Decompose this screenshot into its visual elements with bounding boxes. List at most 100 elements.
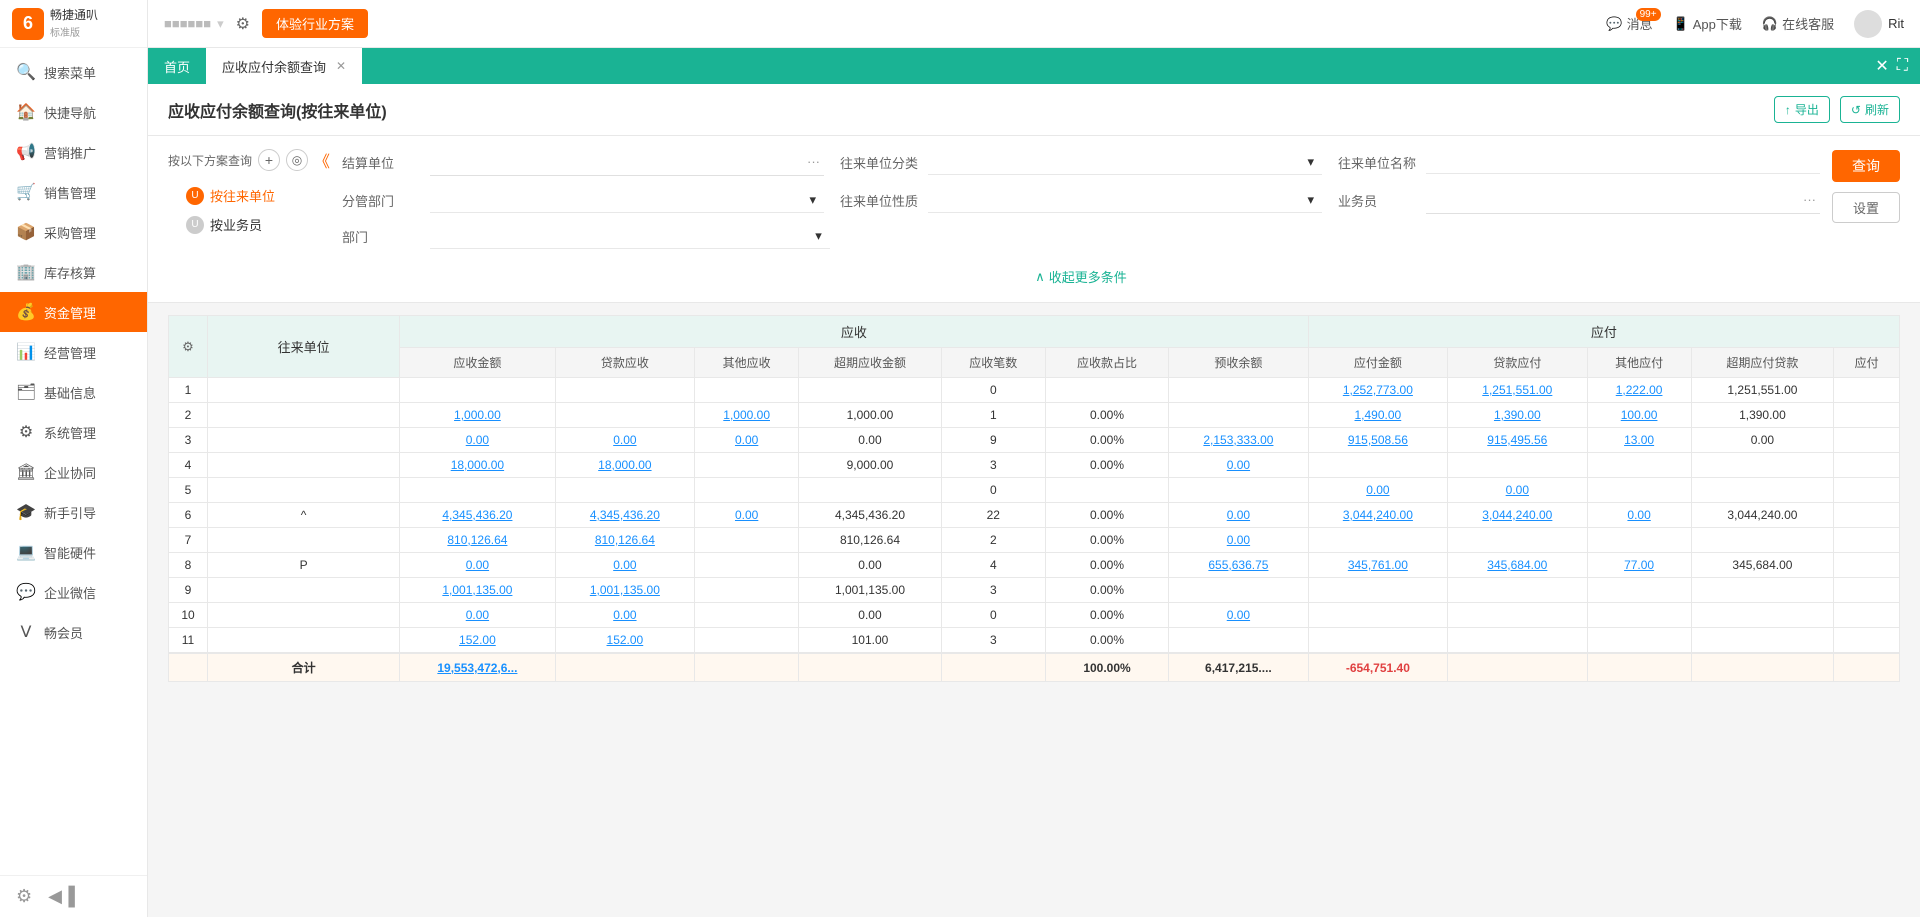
partner-category-select[interactable]: ▾ — [928, 150, 1322, 175]
cell-r9-c3[interactable]: 0.00 — [555, 603, 694, 628]
sidebar-item-system[interactable]: ⚙系统管理 — [0, 412, 147, 452]
cell-r10-c2[interactable]: 152.00 — [400, 628, 555, 654]
sidebar-item-corp[interactable]: 🏛企业协同 — [0, 452, 147, 492]
business-dept-select[interactable]: ▾ — [430, 224, 830, 249]
cell-r4-c9[interactable]: 0.00 — [1308, 478, 1447, 503]
salesman-dots-icon[interactable]: ··· — [1803, 192, 1816, 207]
cell-r7-c10[interactable]: 345,684.00 — [1448, 553, 1587, 578]
cell-r8-c2[interactable]: 1,001,135.00 — [400, 578, 555, 603]
sidebar-item-basic[interactable]: 🗂基础信息 — [0, 372, 147, 412]
dept-select[interactable]: ▾ — [430, 188, 824, 213]
cell-r2-c8[interactable]: 2,153,333.00 — [1169, 428, 1308, 453]
cell-r4-c4 — [695, 478, 799, 503]
cell-r7-c3[interactable]: 0.00 — [555, 553, 694, 578]
sidebar-item-sales[interactable]: 🛒销售管理 — [0, 172, 147, 212]
cell-r5-c9[interactable]: 3,044,240.00 — [1308, 503, 1447, 528]
salesman-input[interactable] — [1430, 188, 1803, 211]
cell-r1-c9[interactable]: 1,490.00 — [1308, 403, 1447, 428]
refresh-button[interactable]: ↺ 刷新 — [1840, 96, 1900, 123]
tab-close-window-icon[interactable]: ✕ — [1875, 56, 1888, 76]
sidebar-item-finance[interactable]: 💰资金管理 — [0, 292, 147, 332]
cell-r6-c3[interactable]: 810,126.64 — [555, 528, 694, 553]
cell-r7-c11[interactable]: 77.00 — [1587, 553, 1691, 578]
cell-r9-c8[interactable]: 0.00 — [1169, 603, 1308, 628]
cell-r6-c2[interactable]: 810,126.64 — [400, 528, 555, 553]
filter-set-button[interactable]: ◎ — [286, 149, 308, 171]
sidebar-item-operation[interactable]: 📊经营管理 — [0, 332, 147, 372]
settlement-dots-icon[interactable]: ··· — [807, 154, 820, 169]
cell-r9-c2[interactable]: 0.00 — [400, 603, 555, 628]
cell-r2-c2[interactable]: 0.00 — [400, 428, 555, 453]
scheme-unit[interactable]: U 按往来单位 — [178, 182, 330, 209]
th-ap-amount: 应付金额 — [1308, 348, 1447, 378]
online-service-button[interactable]: 🎧 在线客服 — [1762, 14, 1834, 33]
cell-r3-c10 — [1448, 453, 1587, 478]
cell-r2-c3[interactable]: 0.00 — [555, 428, 694, 453]
cell-r2-c11[interactable]: 13.00 — [1587, 428, 1691, 453]
cell-r2-c9[interactable]: 915,508.56 — [1308, 428, 1447, 453]
sidebar-item-inventory[interactable]: 🏢库存核算 — [0, 252, 147, 292]
export-button[interactable]: ↑ 导出 — [1774, 96, 1830, 123]
sidebar-item-search[interactable]: 🔍搜索菜单 — [0, 52, 147, 92]
sidebar-item-purchase[interactable]: 📦采购管理 — [0, 212, 147, 252]
cell-r7-c9[interactable]: 345,761.00 — [1308, 553, 1447, 578]
sidebar-item-hardware[interactable]: 💻智能硬件 — [0, 532, 147, 572]
cell-r4-c10[interactable]: 0.00 — [1448, 478, 1587, 503]
sidebar-item-marketing[interactable]: 📢营销推广 — [0, 132, 147, 172]
setting-button[interactable]: 设置 — [1832, 192, 1900, 223]
cell-r1-c11[interactable]: 100.00 — [1587, 403, 1691, 428]
cell-r5-c3[interactable]: 4,345,436.20 — [555, 503, 694, 528]
partner-nature-select[interactable]: ▾ — [928, 188, 1322, 213]
cell-r0-c10[interactable]: 1,251,551.00 — [1448, 378, 1587, 403]
cell-r5-c2[interactable]: 4,345,436.20 — [400, 503, 555, 528]
sidebar-label-hardware: 智能硬件 — [44, 543, 96, 562]
sidebar-item-quick[interactable]: 🏠快捷导航 — [0, 92, 147, 132]
collapse-footer-icon[interactable]: ◀▐ — [48, 886, 75, 907]
cell-r9-c0: 10 — [169, 603, 208, 628]
partner-name-input[interactable] — [1426, 150, 1820, 174]
query-button[interactable]: 查询 — [1832, 150, 1900, 182]
cell-r5-c4[interactable]: 0.00 — [695, 503, 799, 528]
app-download-button[interactable]: 📱 App下载 — [1673, 14, 1742, 33]
cell-r10-c3[interactable]: 152.00 — [555, 628, 694, 654]
user-area[interactable]: Rit — [1854, 10, 1904, 38]
cell-r10-c13 — [1834, 628, 1900, 654]
cell-r1-c4[interactable]: 1,000.00 — [695, 403, 799, 428]
cell-r6-c8[interactable]: 0.00 — [1169, 528, 1308, 553]
cell-r10-c10 — [1448, 628, 1587, 654]
cell-r7-c2[interactable]: 0.00 — [400, 553, 555, 578]
cell-r2-c4[interactable]: 0.00 — [695, 428, 799, 453]
tab-arbalance[interactable]: 应收应付余额查询 ✕ — [206, 48, 362, 84]
cell-r8-c3[interactable]: 1,001,135.00 — [555, 578, 694, 603]
cell-r7-c8[interactable]: 655,636.75 — [1169, 553, 1308, 578]
message-button[interactable]: 💬 消息 99+ — [1606, 14, 1652, 33]
sidebar-item-member[interactable]: Ⅴ畅会员 — [0, 612, 147, 652]
cell-r1-c5: 1,000.00 — [799, 403, 942, 428]
cell-r1-c10[interactable]: 1,390.00 — [1448, 403, 1587, 428]
cell-r5-c8[interactable]: 0.00 — [1169, 503, 1308, 528]
cell-r5-c1: ^ — [208, 503, 400, 528]
promo-button[interactable]: 体验行业方案 — [262, 9, 368, 38]
sidebar-item-guide[interactable]: 🎓新手引导 — [0, 492, 147, 532]
cell-r1-c2[interactable]: 1,000.00 — [400, 403, 555, 428]
cell-r0-c11[interactable]: 1,222.00 — [1587, 378, 1691, 403]
table-settings-icon[interactable]: ⚙ — [177, 336, 199, 358]
topbar-gear-icon[interactable]: ⚙ — [236, 14, 250, 34]
filter-add-button[interactable]: + — [258, 149, 280, 171]
settings-footer-icon[interactable]: ⚙ — [16, 886, 32, 907]
settlement-input[interactable] — [434, 150, 807, 173]
sidebar-item-wechat[interactable]: 💬企业微信 — [0, 572, 147, 612]
filter-collapse-button[interactable]: 《 — [314, 148, 330, 172]
tab-maximize-icon[interactable]: ⛶ — [1897, 57, 1908, 75]
cell-r3-c3[interactable]: 18,000.00 — [555, 453, 694, 478]
cell-r3-c8[interactable]: 0.00 — [1169, 453, 1308, 478]
cell-r2-c10[interactable]: 915,495.56 — [1448, 428, 1587, 453]
cell-r3-c2[interactable]: 18,000.00 — [400, 453, 555, 478]
tab-home[interactable]: 首页 — [148, 48, 206, 84]
collapse-more-button[interactable]: ∧ 收起更多条件 — [342, 263, 1820, 290]
scheme-staff[interactable]: U 按业务员 — [178, 211, 330, 238]
cell-r5-c11[interactable]: 0.00 — [1587, 503, 1691, 528]
cell-r5-c10[interactable]: 3,044,240.00 — [1448, 503, 1587, 528]
cell-r0-c9[interactable]: 1,252,773.00 — [1308, 378, 1447, 403]
tab-close-icon[interactable]: ✕ — [336, 59, 346, 73]
